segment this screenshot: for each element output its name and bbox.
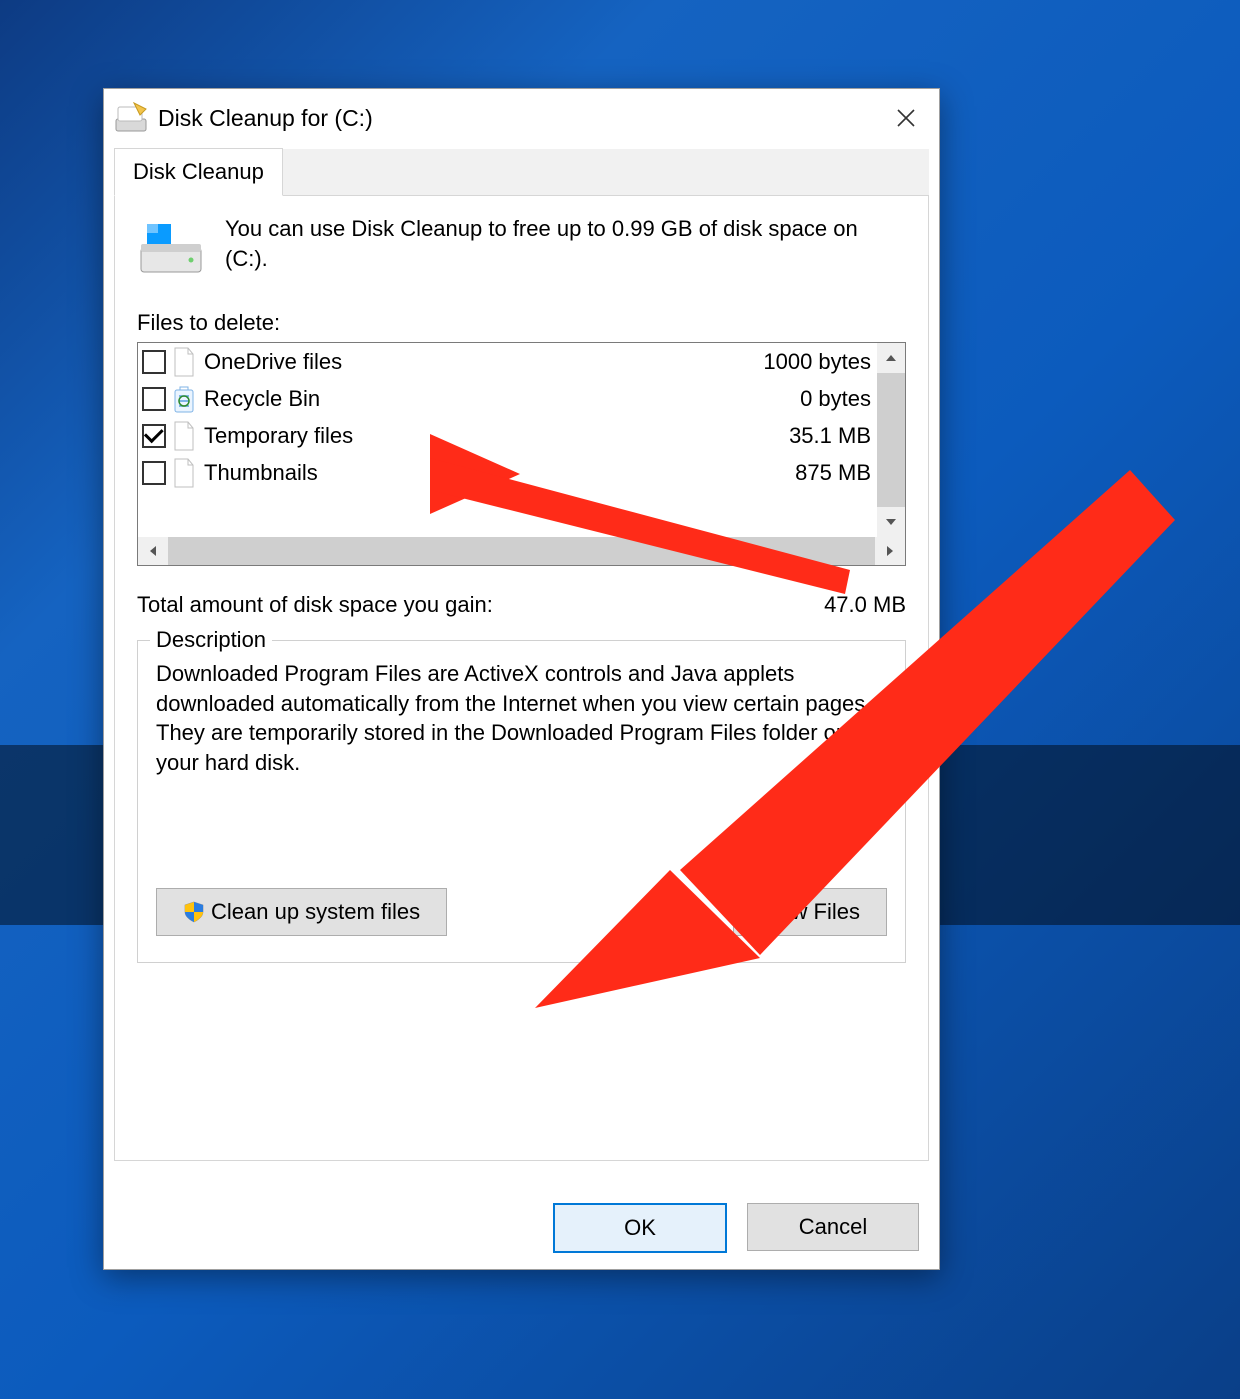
total-label: Total amount of disk space you gain: [137, 592, 493, 618]
vertical-scrollbar[interactable] [877, 343, 905, 537]
cleanup-system-files-button[interactable]: Clean up system files [156, 888, 447, 936]
close-icon [896, 108, 916, 128]
file-checkbox[interactable] [142, 424, 166, 448]
tab-label: Disk Cleanup [133, 159, 264, 185]
file-name: Thumbnails [204, 460, 785, 486]
cancel-label: Cancel [799, 1214, 867, 1240]
total-value: 47.0 MB [824, 592, 906, 618]
scroll-right-icon[interactable] [875, 537, 905, 565]
scroll-down-icon[interactable] [877, 507, 905, 537]
desktop-background: Disk Cleanup for (C:) Disk Cleanup [0, 0, 1240, 1399]
file-checkbox[interactable] [142, 350, 166, 374]
view-files-button[interactable]: View Files [733, 888, 887, 936]
tab-content: You can use Disk Cleanup to free up to 0… [114, 196, 929, 1161]
scroll-left-icon[interactable] [138, 537, 168, 565]
cleanup-button-label: Clean up system files [211, 899, 420, 925]
file-icon [172, 458, 196, 488]
horizontal-scrollbar[interactable] [138, 537, 905, 565]
file-row[interactable]: OneDrive files1000 bytes [138, 343, 877, 380]
uac-shield-icon [183, 901, 205, 923]
file-name: OneDrive files [204, 349, 753, 375]
file-checkbox[interactable] [142, 461, 166, 485]
files-to-delete-label: Files to delete: [137, 310, 906, 336]
description-text: Downloaded Program Files are ActiveX con… [156, 659, 887, 778]
horizontal-scroll-track[interactable] [168, 537, 875, 565]
vertical-scroll-track[interactable] [877, 373, 905, 507]
description-group: Description Downloaded Program Files are… [137, 640, 906, 963]
disk-cleanup-icon [114, 101, 148, 135]
cancel-button[interactable]: Cancel [747, 1203, 919, 1251]
ok-button[interactable]: OK [553, 1203, 727, 1253]
view-files-label: View Files [760, 899, 860, 925]
window-title: Disk Cleanup for (C:) [158, 105, 373, 132]
file-icon [172, 421, 196, 451]
file-row[interactable]: Recycle Bin0 bytes [138, 380, 877, 417]
intro-text: You can use Disk Cleanup to free up to 0… [225, 214, 906, 273]
description-legend: Description [150, 627, 272, 653]
file-name: Temporary files [204, 423, 779, 449]
recycle-bin-icon [172, 384, 196, 414]
tab-strip: Disk Cleanup [114, 149, 929, 196]
ok-label: OK [624, 1215, 656, 1241]
dialog-footer: OK Cancel [553, 1203, 919, 1253]
disk-cleanup-dialog: Disk Cleanup for (C:) Disk Cleanup [103, 88, 940, 1270]
scroll-up-icon[interactable] [877, 343, 905, 373]
file-size: 0 bytes [790, 386, 871, 412]
file-name: Recycle Bin [204, 386, 790, 412]
titlebar[interactable]: Disk Cleanup for (C:) [104, 89, 939, 149]
tab-disk-cleanup[interactable]: Disk Cleanup [114, 148, 283, 196]
file-checkbox[interactable] [142, 387, 166, 411]
file-row[interactable]: Temporary files35.1 MB [138, 417, 877, 454]
files-listbox[interactable]: OneDrive files1000 bytesRecycle Bin0 byt… [137, 342, 906, 566]
file-icon [172, 347, 196, 377]
file-size: 35.1 MB [779, 423, 871, 449]
file-size: 1000 bytes [753, 349, 871, 375]
file-row[interactable]: Thumbnails875 MB [138, 454, 877, 491]
file-size: 875 MB [785, 460, 871, 486]
drive-icon [137, 214, 205, 282]
close-button[interactable] [883, 100, 929, 136]
